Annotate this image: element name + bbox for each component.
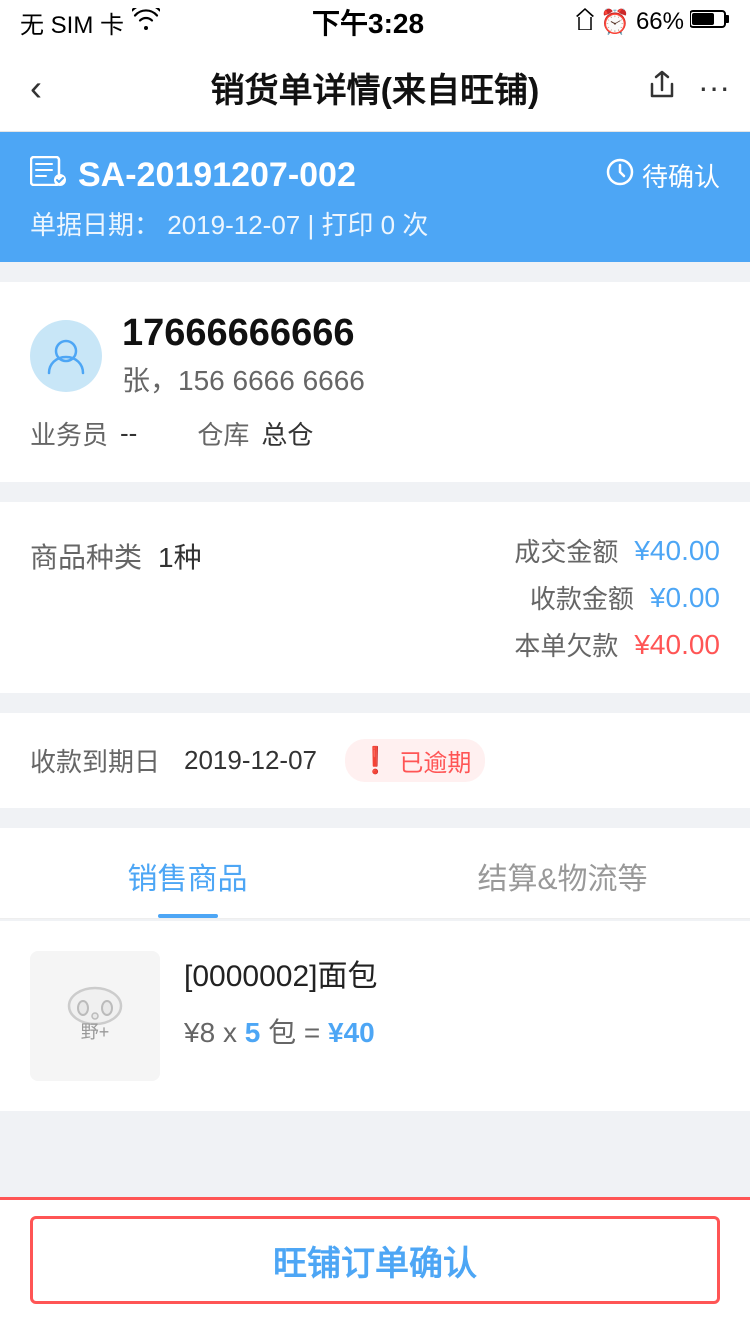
location-icon [576,8,594,37]
customer-avatar [30,320,102,392]
tab-settlement[interactable]: 结算&物流等 [375,828,750,918]
unit: 包 [268,1017,296,1048]
product-name: [0000002]面包 [184,951,720,995]
confirm-order-button[interactable]: 旺铺订单确认 [30,1216,720,1304]
product-details: [0000002]面包 ¥8 x 5 包 = ¥40 [184,951,720,1051]
staff-value: -- [120,418,137,449]
overdue-badge: ❗ 已逾期 [345,739,485,782]
status-right: ⏰ 66% [576,8,730,37]
nav-bar: ‹ 销货单详情(来自旺铺) ··· [0,44,750,132]
debt-amount-label: 本单欠款 [514,626,618,663]
product-name-text: 面包 [317,960,377,993]
product-thumbnail: 野+ [30,951,160,1081]
due-date-value: 2019-12-07 [184,745,317,776]
order-id-text: SA-20191207-002 [78,156,356,195]
alarm-icon: ⏰ [600,8,630,37]
customer-info-card: 17666666666 张，156 6666 6666 业务员 -- 仓库 总仓 [0,282,750,482]
customer-details: 17666666666 张，156 6666 6666 [122,312,365,399]
status-clock-icon [606,158,634,193]
product-price-row: ¥8 x 5 包 = ¥40 [184,1011,720,1051]
warehouse-label: 仓库 [197,415,249,452]
receive-amount-label: 收款金额 [530,579,634,616]
status-left: 无 SIM 卡 [20,5,160,40]
due-date-card: 收款到期日 2019-12-07 ❗ 已逾期 [0,713,750,808]
receive-amount-value: ¥0.00 [650,582,720,614]
status-bar: 无 SIM 卡 下午3:28 ⏰ 66% [0,0,750,44]
page-title: 销货单详情(来自旺铺) [211,63,540,112]
amount-summary: 成交金额 ¥40.00 收款金额 ¥0.00 本单欠款 ¥40.00 [514,532,720,663]
share-button[interactable] [646,68,678,108]
status-text: 待确认 [642,157,720,194]
quantity: 5 [245,1017,261,1048]
tab-products[interactable]: 销售商品 [0,828,375,918]
summary-card: 商品种类 1种 成交金额 ¥40.00 收款金额 ¥0.00 本单欠款 ¥40.… [0,502,750,693]
overdue-alert-icon: ❗ [359,745,391,776]
warehouse-item: 仓库 总仓 [197,415,313,452]
order-id-row: SA-20191207-002 [30,156,356,195]
product-type-info: 商品种类 1种 [30,532,514,576]
order-status-row: 待确认 [606,157,720,194]
carrier-label: 无 SIM 卡 [20,5,124,40]
staff-label: 业务员 [30,415,108,452]
nav-actions: ··· [646,68,730,108]
receive-amount-row: 收款金额 ¥0.00 [530,579,720,616]
customer-name: 张，156 6666 6666 [122,359,365,399]
deal-amount-row: 成交金额 ¥40.00 [514,532,720,569]
product-code: [0000002] [184,960,317,993]
order-header: SA-20191207-002 待确认 单据日期： 2019-12-07 | 打… [0,132,750,262]
svg-text:野+: 野+ [81,1022,110,1042]
back-button[interactable]: ‹ [20,57,52,119]
tabs-bar: 销售商品 结算&物流等 [0,828,750,919]
staff-item: 业务员 -- [30,415,137,452]
total-price: ¥40 [328,1017,375,1048]
equals-sign: = [304,1017,320,1048]
debt-amount-row: 本单欠款 ¥40.00 [514,626,720,663]
meta-row: 业务员 -- 仓库 总仓 [30,415,720,452]
order-doc-icon [30,156,66,195]
overdue-text: 已逾期 [399,743,471,778]
bottom-bar: 旺铺订单确认 [0,1197,750,1334]
multiply-sign: x [223,1017,237,1048]
product-type-value: 1种 [158,536,202,576]
debt-amount-value: ¥40.00 [634,629,720,661]
status-time: 下午3:28 [312,2,424,42]
unit-price: ¥8 [184,1017,215,1048]
battery-icon [690,8,730,36]
battery-percent: 66% [636,8,684,36]
wifi-icon [132,8,160,37]
more-button[interactable]: ··· [698,69,730,106]
due-date-label: 收款到期日 [30,742,160,779]
deal-amount-value: ¥40.00 [634,535,720,567]
product-type-label: 商品种类 [30,536,142,576]
customer-phone: 17666666666 [122,312,365,355]
deal-amount-label: 成交金额 [514,532,618,569]
order-date-row: 单据日期： 2019-12-07 | 打印 0 次 [30,205,720,242]
warehouse-value: 总仓 [261,415,313,452]
product-card: 野+ [0000002]面包 ¥8 x 5 包 = ¥40 [0,921,750,1111]
